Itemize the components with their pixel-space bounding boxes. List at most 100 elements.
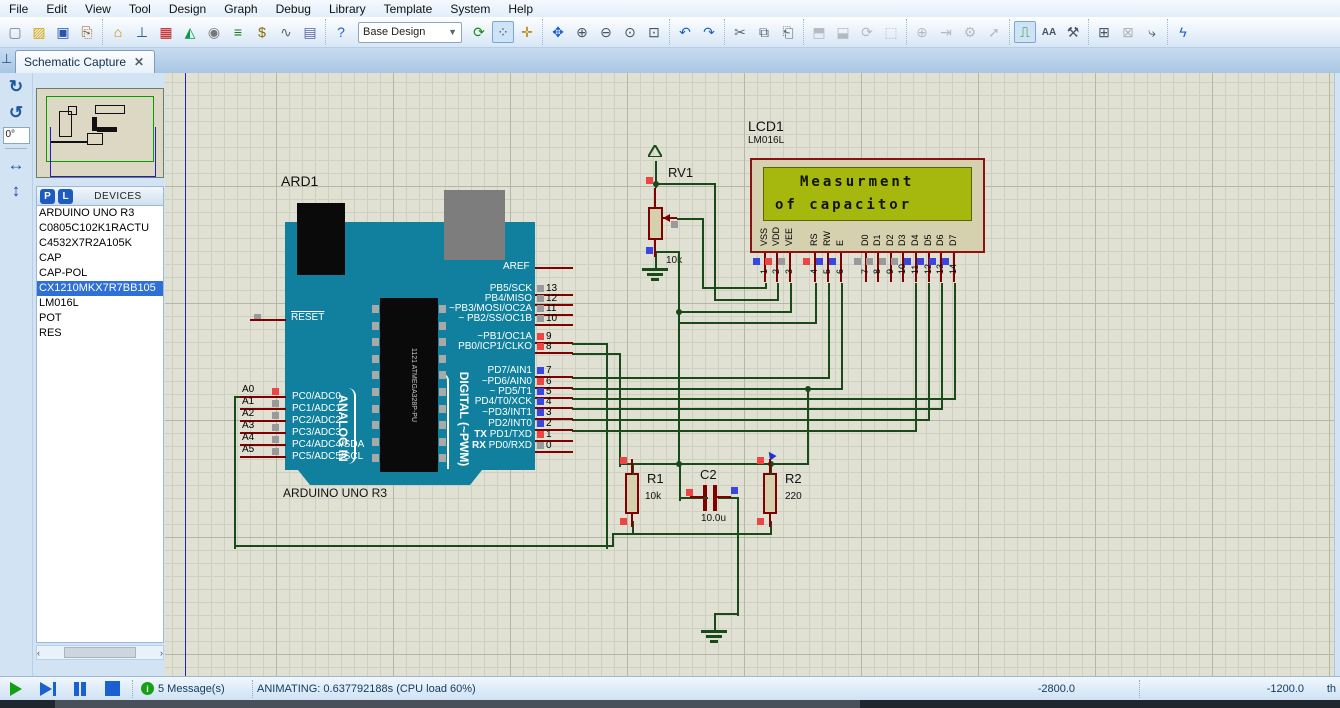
devices-hscrollbar[interactable]: ‹ › xyxy=(36,645,164,660)
menu-item[interactable]: File xyxy=(0,1,37,17)
wire-segment xyxy=(841,283,843,390)
schematic-mode-icon[interactable]: ⊥ xyxy=(131,21,153,43)
home-icon[interactable]: ⌂ xyxy=(107,21,129,43)
decompose-icon: ➚ xyxy=(988,23,1000,40)
scroll-left-icon[interactable]: ‹ xyxy=(37,648,40,658)
ground-icon xyxy=(642,268,668,271)
copy-icon[interactable]: ⧉ xyxy=(753,21,775,43)
message-count[interactable]: 5 Message(s) xyxy=(158,683,248,695)
device-list-item[interactable]: CAP xyxy=(37,251,163,266)
zoom-in-icon[interactable]: ⊕ xyxy=(571,21,593,43)
device-list-item[interactable]: LM016L xyxy=(37,296,163,311)
electrical-rule-check-icon[interactable]: ϟ xyxy=(1172,21,1194,43)
cut-icon[interactable]: ✂ xyxy=(729,21,751,43)
play-button[interactable] xyxy=(4,680,28,698)
component-lead xyxy=(769,459,771,473)
search-tag-icon[interactable]: AA xyxy=(1038,21,1060,43)
bom-icon[interactable]: $ xyxy=(251,21,273,43)
zoom-area-icon[interactable]: ⊡ xyxy=(643,21,665,43)
redo-icon[interactable]: ↷ xyxy=(698,21,720,43)
property-assignment-icon[interactable]: ⚒ xyxy=(1062,21,1084,43)
electrical-report-icon[interactable]: ∿ xyxy=(275,21,297,43)
pin-name: A5 xyxy=(242,444,255,455)
coordinate-units: th xyxy=(1326,682,1336,695)
wire-segment xyxy=(612,533,772,535)
menu-item[interactable]: Tool xyxy=(120,1,160,17)
canvas-vscrollbar[interactable] xyxy=(1334,73,1340,676)
menu-item[interactable]: View xyxy=(76,1,120,17)
stop-button[interactable] xyxy=(100,680,124,698)
menu-item[interactable]: Edit xyxy=(37,1,76,17)
pick-devices-button[interactable]: P xyxy=(40,188,55,204)
tab-close-icon[interactable]: ✕ xyxy=(134,55,144,69)
wire-autorouter-icon[interactable]: ⎍ xyxy=(1014,21,1036,43)
pan-icon[interactable]: ✥ xyxy=(547,21,569,43)
step-button[interactable] xyxy=(36,680,60,698)
library-button[interactable]: L xyxy=(58,188,73,204)
menu-item[interactable]: Debug xyxy=(267,1,320,17)
gerber-icon[interactable]: ◉ xyxy=(203,21,225,43)
log-icon[interactable]: ▤ xyxy=(299,21,321,43)
zoom-all-icon[interactable]: ⊙ xyxy=(619,21,641,43)
new-file-icon[interactable]: ▢ xyxy=(4,21,26,43)
pin-state-square xyxy=(272,448,279,455)
menu-item[interactable]: Design xyxy=(160,1,215,17)
rv1-potentiometer[interactable] xyxy=(648,207,663,240)
schematic-canvas[interactable]: ARD1 1121 ATMEGA328P-PU ANALOG IN DIGITA… xyxy=(165,73,1334,676)
c2-capacitor-plate xyxy=(713,485,717,511)
design-explorer-icon[interactable]: ≡ xyxy=(227,21,249,43)
chevron-down-icon: ▼ xyxy=(448,27,457,37)
component-mode-icon[interactable]: ⊥ xyxy=(1,51,14,70)
menu-item[interactable]: System xyxy=(441,1,499,17)
rotation-angle-input[interactable]: 0° xyxy=(2,127,30,144)
r1-resistor[interactable] xyxy=(625,473,639,514)
paste-icon[interactable]: ⎗ xyxy=(777,21,799,43)
new-sheet-icon[interactable]: ⊞ xyxy=(1093,21,1115,43)
overview-thumbnail[interactable] xyxy=(36,88,164,178)
chip-pin xyxy=(439,421,446,430)
chip-pin xyxy=(439,371,446,380)
undo-icon[interactable]: ↶ xyxy=(674,21,696,43)
pin-number: 2 xyxy=(546,418,552,429)
save-icon[interactable]: ▣ xyxy=(52,21,74,43)
rotate-cw-icon[interactable]: ↻ xyxy=(3,75,29,99)
pause-button[interactable] xyxy=(68,680,92,698)
scroll-right-icon[interactable]: › xyxy=(160,648,163,658)
scrollbar-thumb[interactable] xyxy=(64,647,136,658)
rv1-wiper-lead xyxy=(663,217,677,219)
open-folder-icon[interactable]: ▨ xyxy=(28,21,50,43)
menu-item[interactable]: Graph xyxy=(215,1,266,17)
device-list-item[interactable]: C0805C102K1RACTU xyxy=(37,221,163,236)
reset-pin-label: RESET xyxy=(291,312,325,323)
refresh-icon[interactable]: ⟳ xyxy=(468,21,490,43)
tab-schematic-capture[interactable]: Schematic Capture ✕ xyxy=(15,50,155,73)
menu-item[interactable]: Template xyxy=(375,1,442,17)
flip-vertical-icon[interactable]: ↕ xyxy=(3,179,29,203)
menu-item[interactable]: Library xyxy=(320,1,375,17)
r2-resistor[interactable] xyxy=(763,473,777,514)
grid-toggle-icon[interactable]: ⁘ xyxy=(492,21,514,43)
import-icon[interactable]: ⎘ xyxy=(76,21,98,43)
origin-icon[interactable]: ✛ xyxy=(516,21,538,43)
device-list-item[interactable]: CX1210MKX7R7BB105 xyxy=(37,281,163,296)
zoom-out-icon[interactable]: ⊖ xyxy=(595,21,617,43)
flip-horizontal-icon[interactable]: ↔ xyxy=(3,153,29,177)
device-list-item[interactable]: RES xyxy=(37,326,163,341)
device-list-item[interactable]: POT xyxy=(37,311,163,326)
device-list-item[interactable]: ARDUINO UNO R3 xyxy=(37,206,163,221)
rotate-ccw-icon[interactable]: ↺ xyxy=(3,101,29,125)
pin-stub xyxy=(250,319,286,321)
help-icon[interactable]: ? xyxy=(330,21,352,43)
pin-state-square xyxy=(671,221,678,228)
scheme-selector[interactable]: Base Design ▼ xyxy=(358,21,462,43)
pin-state-square xyxy=(537,431,544,438)
goto-sheet-icon[interactable]: ⤷ xyxy=(1141,21,1163,43)
wire-segment xyxy=(234,545,614,547)
menu-item[interactable]: Help xyxy=(499,1,542,17)
3d-viewer-icon[interactable]: ◭ xyxy=(179,21,201,43)
pcb-layout-icon[interactable]: ▦ xyxy=(155,21,177,43)
device-list-item[interactable]: CAP-POL xyxy=(37,266,163,281)
device-list-item[interactable]: C4532X7R2A105K xyxy=(37,236,163,251)
orientation-toolbar: ↻ ↺ 0° ↔ ↕ xyxy=(0,73,33,676)
left-panel: ↻ ↺ 0° ↔ ↕ P L DEVICES ARDUINO UNO R3 C0805C1… xyxy=(0,73,165,676)
